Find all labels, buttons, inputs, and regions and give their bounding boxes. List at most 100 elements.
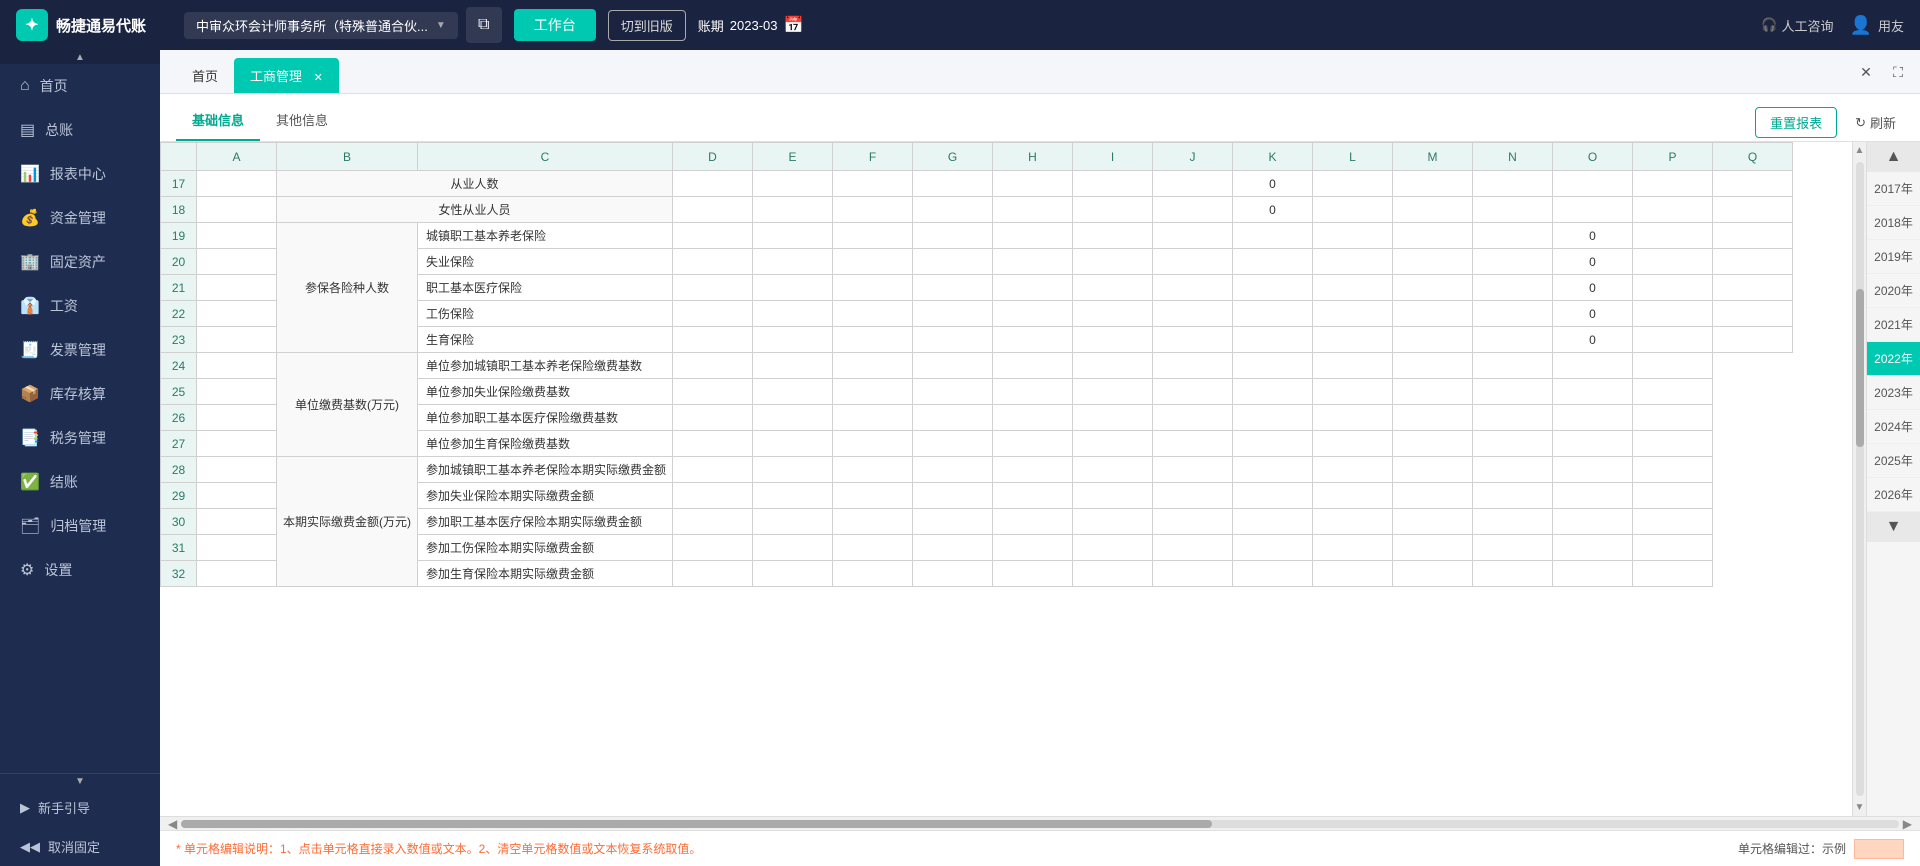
cell-19-j[interactable] [1153, 223, 1233, 249]
cell-18-k[interactable]: 0 [1233, 197, 1313, 223]
cell-20-a[interactable] [197, 249, 277, 275]
cell-28-c[interactable]: 参加城镇职工基本养老保险本期实际缴费金额 [418, 457, 673, 483]
year-panel-up[interactable]: ▲ [1867, 142, 1920, 172]
cell-19-m[interactable] [1393, 223, 1473, 249]
scroll-up-arrow[interactable]: ▲ [1855, 142, 1865, 159]
cell-17-l[interactable] [1313, 171, 1393, 197]
cell-23-c[interactable]: 生育保险 [418, 327, 673, 353]
cell-17-q[interactable] [1713, 171, 1793, 197]
reset-report-button[interactable]: 重置报表 [1755, 107, 1837, 138]
sidebar-item-finance[interactable]: 💰 资金管理 [0, 196, 160, 240]
cell-32-c[interactable]: 参加生育保险本期实际缴费金额 [418, 561, 673, 587]
cell-17-h[interactable] [993, 171, 1073, 197]
year-item-2025[interactable]: 2025年 [1867, 444, 1920, 478]
sub-tab-other[interactable]: 其他信息 [260, 104, 344, 141]
vertical-scrollbar[interactable]: ▲ ▼ [1852, 142, 1866, 816]
sidebar-scroll-up[interactable]: ▲ [0, 50, 160, 64]
cell-19-e[interactable] [753, 223, 833, 249]
sidebar-item-guide[interactable]: ▶ 新手引导 [0, 788, 160, 827]
cell-17-m[interactable] [1393, 171, 1473, 197]
cell-17-b[interactable]: 从业人数 [277, 171, 673, 197]
sidebar-item-payroll[interactable]: 👔 工资 [0, 284, 160, 328]
cell-20-c[interactable]: 失业保险 [418, 249, 673, 275]
sidebar-item-archive[interactable]: 🗂 归档管理 [0, 504, 160, 548]
cell-19-f[interactable] [833, 223, 913, 249]
year-item-2020[interactable]: 2020年 [1867, 274, 1920, 308]
bottom-scrollbar[interactable]: ◀ ▶ [160, 816, 1920, 830]
col-header-n[interactable]: N [1473, 143, 1553, 171]
sidebar-item-closing[interactable]: ✅ 结账 [0, 460, 160, 504]
cell-18-j[interactable] [1153, 197, 1233, 223]
cell-19-h[interactable] [993, 223, 1073, 249]
cell-18-h[interactable] [993, 197, 1073, 223]
company-selector[interactable]: 中审众环会计师事务所（特殊普通合伙... ▼ [184, 12, 458, 39]
col-header-m[interactable]: M [1393, 143, 1473, 171]
cell-17-k[interactable]: 0 [1233, 171, 1313, 197]
cell-17-f[interactable] [833, 171, 913, 197]
cell-19-c[interactable]: 城镇职工基本养老保险 [418, 223, 673, 249]
sidebar-scroll-down[interactable]: ▼ [0, 774, 160, 788]
year-item-2026[interactable]: 2026年 [1867, 478, 1920, 512]
scroll-right-arrow[interactable]: ▶ [1899, 817, 1916, 831]
tab-home[interactable]: 首页 [176, 58, 234, 93]
cell-18-b[interactable]: 女性从业人员 [277, 197, 673, 223]
sidebar-item-assets[interactable]: 🏢 固定资产 [0, 240, 160, 284]
year-item-2024[interactable]: 2024年 [1867, 410, 1920, 444]
col-header-l[interactable]: L [1313, 143, 1393, 171]
col-header-e[interactable]: E [753, 143, 833, 171]
cell-17-g[interactable] [913, 171, 993, 197]
sidebar-item-reports[interactable]: 📊 报表中心 [0, 152, 160, 196]
cell-21-c[interactable]: 职工基本医疗保险 [418, 275, 673, 301]
year-item-2018[interactable]: 2018年 [1867, 206, 1920, 240]
cell-20-o[interactable]: 0 [1553, 249, 1633, 275]
cell-19-d[interactable] [673, 223, 753, 249]
cell-19-a[interactable] [197, 223, 277, 249]
cell-17-i[interactable] [1073, 171, 1153, 197]
cell-22-c[interactable]: 工伤保险 [418, 301, 673, 327]
cell-17-o[interactable] [1553, 171, 1633, 197]
cell-18-g[interactable] [913, 197, 993, 223]
year-item-2023[interactable]: 2023年 [1867, 376, 1920, 410]
workbench-button[interactable]: 工作台 [514, 9, 596, 41]
col-header-f[interactable]: F [833, 143, 913, 171]
year-item-2019[interactable]: 2019年 [1867, 240, 1920, 274]
cell-31-c[interactable]: 参加工伤保险本期实际缴费金额 [418, 535, 673, 561]
cell-29-c[interactable]: 参加失业保险本期实际缴费金额 [418, 483, 673, 509]
cell-19-i[interactable] [1073, 223, 1153, 249]
sidebar-item-inventory[interactable]: 📦 库存核算 [0, 372, 160, 416]
cell-18-a[interactable] [197, 197, 277, 223]
year-item-2022[interactable]: 2022年 [1867, 342, 1920, 376]
col-header-g[interactable]: G [913, 143, 993, 171]
col-header-d[interactable]: D [673, 143, 753, 171]
cell-18-l[interactable] [1313, 197, 1393, 223]
tab-industrial[interactable]: 工商管理 ✕ [234, 58, 339, 93]
vert-track[interactable] [1856, 162, 1864, 796]
cell-18-p[interactable] [1633, 197, 1713, 223]
maximize-window-button[interactable]: ⛶ [1884, 58, 1912, 86]
tab-close-icon[interactable]: ✕ [314, 72, 323, 84]
cell-26-c[interactable]: 单位参加职工基本医疗保险缴费基数 [418, 405, 673, 431]
cell-23-o[interactable]: 0 [1553, 327, 1633, 353]
sidebar-item-unpin[interactable]: ◀◀ 取消固定 [0, 827, 160, 866]
cell-17-n[interactable] [1473, 171, 1553, 197]
cell-21-o[interactable]: 0 [1553, 275, 1633, 301]
cell-17-d[interactable] [673, 171, 753, 197]
cell-18-e[interactable] [753, 197, 833, 223]
col-header-p[interactable]: P [1633, 143, 1713, 171]
cell-17-j[interactable] [1153, 171, 1233, 197]
cell-17-a[interactable] [197, 171, 277, 197]
sidebar-item-home[interactable]: ⌂ 首页 [0, 64, 160, 108]
col-header-o[interactable]: O [1553, 143, 1633, 171]
cell-18-i[interactable] [1073, 197, 1153, 223]
year-item-2021[interactable]: 2021年 [1867, 308, 1920, 342]
year-item-2017[interactable]: 2017年 [1867, 172, 1920, 206]
year-panel-down[interactable]: ▼ [1867, 512, 1920, 542]
col-header-a[interactable]: A [197, 143, 277, 171]
cell-19-p[interactable] [1633, 223, 1713, 249]
cell-18-o[interactable] [1553, 197, 1633, 223]
cell-24-c[interactable]: 单位参加城镇职工基本养老保险缴费基数 [418, 353, 673, 379]
cell-22-o[interactable]: 0 [1553, 301, 1633, 327]
service-button[interactable]: 🎧 人工咨询 [1761, 16, 1833, 35]
user-area[interactable]: 👤 用友 [1850, 15, 1904, 36]
scroll-down-arrow[interactable]: ▼ [1855, 799, 1865, 816]
